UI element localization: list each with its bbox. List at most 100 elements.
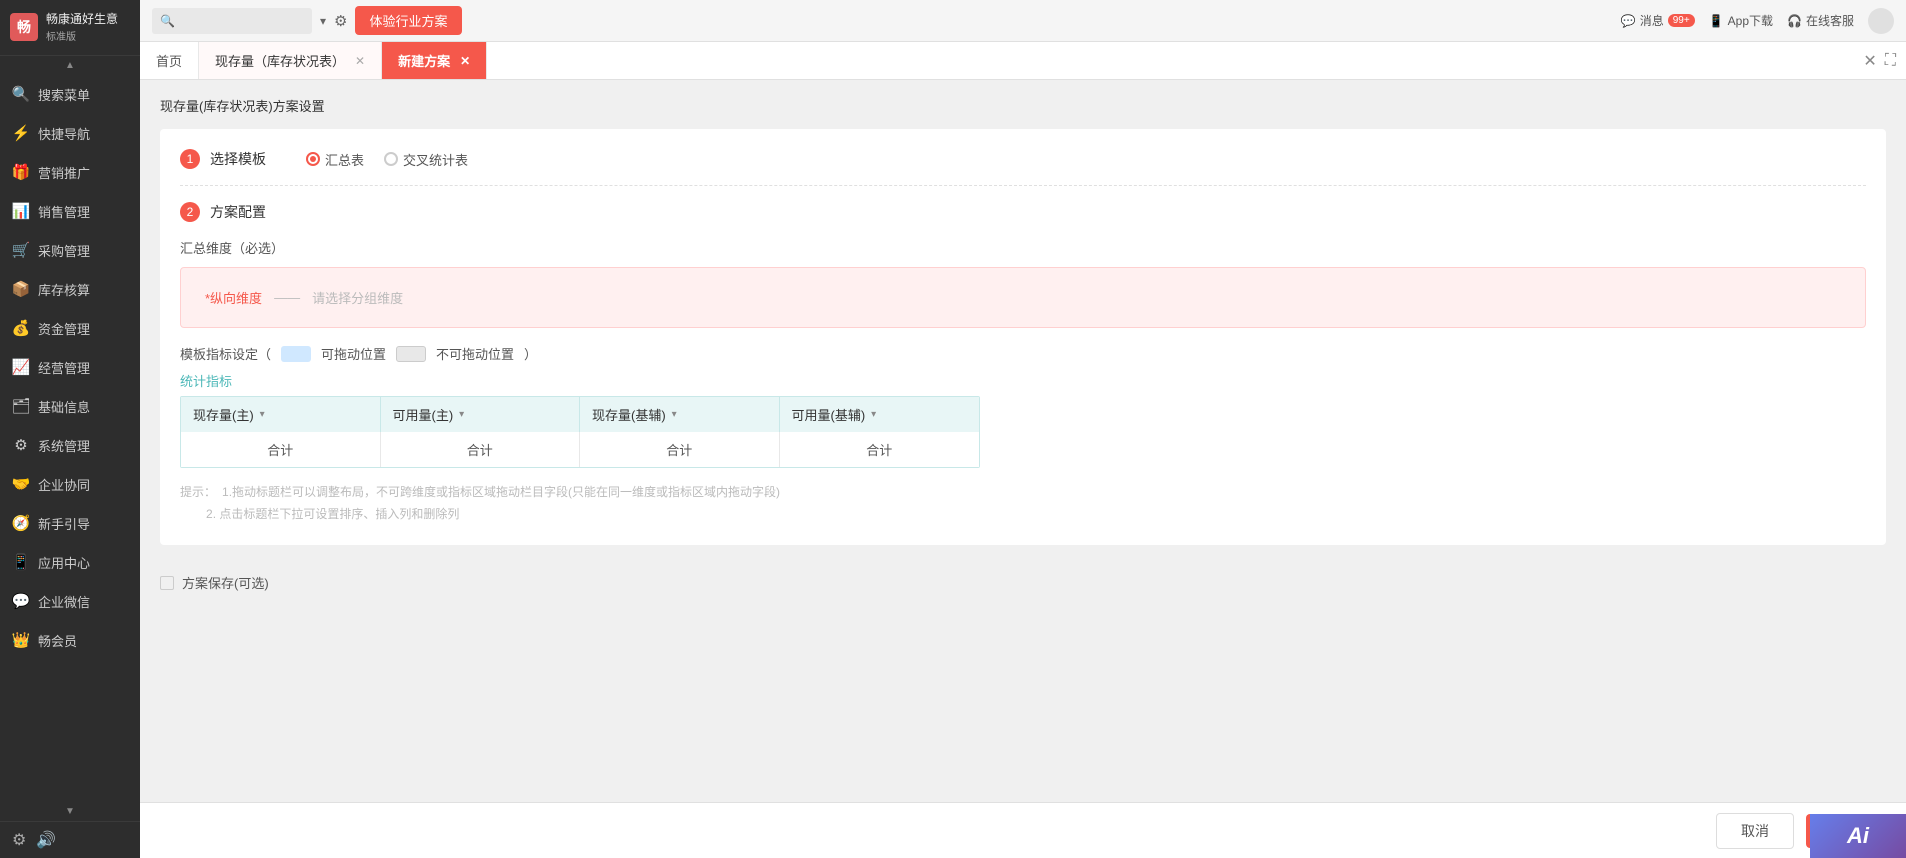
tab-inventory-label: 现存量（库存状况表） bbox=[215, 51, 345, 70]
topbar-right: 💬 消息 99+ 📱 App下载 🎧 在线客服 bbox=[1621, 8, 1894, 34]
tips-section: 提示： 1.拖动标题栏可以调整布局，不可跨维度或指标区域拖动栏目字段(只能在同一… bbox=[180, 482, 1866, 525]
step2-title: 方案配置 bbox=[210, 202, 266, 222]
scroll-down-button[interactable]: ▼ bbox=[0, 802, 140, 821]
ai-badge[interactable]: Ai bbox=[1810, 814, 1906, 858]
step2-row: 2 方案配置 bbox=[180, 202, 1866, 222]
ai-badge-text: Ai bbox=[1847, 823, 1869, 849]
sidebar-item-label: 采购管理 bbox=[38, 241, 90, 260]
tab-close-all-icon[interactable]: ✕ bbox=[1863, 51, 1876, 71]
stats-table: 现存量(主) ▾ 可用量(主) ▾ 现存量(基辅) ▾ 可用量(基辅) ▾ bbox=[180, 396, 980, 468]
sidebar-item-app-center[interactable]: 📱 应用中心 bbox=[0, 543, 140, 582]
sidebar-item-label: 系统管理 bbox=[38, 436, 90, 455]
radio-summary-circle bbox=[306, 152, 320, 166]
search-menu-icon: 🔍 bbox=[12, 85, 30, 103]
step1-badge: 1 bbox=[180, 149, 200, 169]
non-draggable-tag-label: 不可拖动位置 bbox=[436, 344, 514, 363]
sidebar-item-label: 企业协同 bbox=[38, 475, 90, 494]
radio-summary-table[interactable]: 汇总表 bbox=[306, 150, 364, 169]
sidebar-item-label: 新手引导 bbox=[38, 514, 90, 533]
dimension-separator: —— bbox=[274, 290, 300, 305]
sidebar-item-label: 营销推广 bbox=[38, 163, 90, 182]
sidebar-item-sales[interactable]: 📊 销售管理 bbox=[0, 192, 140, 231]
finance-icon: 💰 bbox=[12, 319, 30, 337]
topbar-gear-icon[interactable]: ⚙ bbox=[334, 12, 347, 30]
sidebar-item-basic-info[interactable]: 🗂 基础信息 bbox=[0, 387, 140, 426]
sidebar-item-operations[interactable]: 📈 经营管理 bbox=[0, 348, 140, 387]
radio-cross-table[interactable]: 交叉统计表 bbox=[384, 150, 468, 169]
dropdown-arrow-2[interactable]: ▾ bbox=[672, 409, 677, 420]
sidebar-item-system[interactable]: ⚙ 系统管理 bbox=[0, 426, 140, 465]
sidebar-item-label: 经营管理 bbox=[38, 358, 90, 377]
stats-col-header-0[interactable]: 现存量(主) ▾ bbox=[181, 397, 381, 432]
main-content: 🔍 ▾ ⚙ 体验行业方案 💬 消息 99+ 📱 App下载 🎧 在线客服 bbox=[140, 0, 1906, 858]
tips-text-0: 1.拖动标题栏可以调整布局，不可跨维度或指标区域拖动栏目字段(只能在同一维度或指… bbox=[222, 482, 780, 504]
draggable-tag-label: 可拖动位置 bbox=[321, 344, 386, 363]
trial-button[interactable]: 体验行业方案 bbox=[355, 6, 461, 35]
topbar: 🔍 ▾ ⚙ 体验行业方案 💬 消息 99+ 📱 App下载 🎧 在线客服 bbox=[140, 0, 1906, 42]
marketing-icon: 🎁 bbox=[12, 163, 30, 181]
sidebar-item-label: 销售管理 bbox=[38, 202, 90, 221]
tips-item-0: 提示： 1.拖动标题栏可以调整布局，不可跨维度或指标区域拖动栏目字段(只能在同一… bbox=[180, 482, 1866, 504]
cancel-button[interactable]: 取消 bbox=[1716, 813, 1794, 849]
stats-col-header-1[interactable]: 可用量(主) ▾ bbox=[381, 397, 581, 432]
tab-inventory-close[interactable]: ✕ bbox=[355, 54, 365, 68]
app-center-icon: 📱 bbox=[12, 553, 30, 571]
topbar-search[interactable]: 🔍 bbox=[152, 8, 312, 34]
tab-new-plan-close[interactable]: ✕ bbox=[460, 54, 470, 68]
sidebar-logo: 畅 畅康通好生意 标准版 bbox=[0, 0, 140, 56]
tab-inventory[interactable]: 现存量（库存状况表） ✕ bbox=[199, 42, 382, 79]
purchase-icon: 🛒 bbox=[12, 241, 30, 259]
tips-item-1: 2. 点击标题栏下拉可设置排序、插入列和删除列 bbox=[180, 504, 1866, 526]
content-area: 现存量(库存状况表)方案设置 1 选择模板 汇总表 交叉统计表 bbox=[140, 80, 1906, 802]
sidebar-item-label: 应用中心 bbox=[38, 553, 90, 572]
tab-bar: 首页 现存量（库存状况表） ✕ 新建方案 ✕ ✕ ⛶ bbox=[140, 42, 1906, 80]
stats-col-header-3[interactable]: 可用量(基辅) ▾ bbox=[780, 397, 980, 432]
section-divider bbox=[180, 185, 1866, 186]
stats-col-header-2[interactable]: 现存量(基辅) ▾ bbox=[580, 397, 780, 432]
sidebar-item-finance[interactable]: 💰 资金管理 bbox=[0, 309, 140, 348]
sales-icon: 📊 bbox=[12, 202, 30, 220]
sidebar-item-marketing[interactable]: 🎁 营销推广 bbox=[0, 153, 140, 192]
dimension-field-label: 汇总维度（必选） bbox=[180, 238, 1866, 257]
dropdown-arrow-0[interactable]: ▾ bbox=[260, 409, 265, 420]
sidebar-item-label: 库存核算 bbox=[38, 280, 90, 299]
tab-new-plan[interactable]: 新建方案 ✕ bbox=[382, 42, 487, 79]
dropdown-arrow-3[interactable]: ▾ bbox=[871, 409, 876, 420]
sidebar-item-wechat[interactable]: 💬 企业微信 bbox=[0, 582, 140, 621]
stats-col-label-3: 可用量(基辅) bbox=[792, 405, 866, 424]
page-title: 现存量(库存状况表)方案设置 bbox=[160, 96, 1886, 115]
bottom-bar: 取消 查询 bbox=[140, 802, 1906, 858]
online-service-button[interactable]: 🎧 在线客服 bbox=[1787, 12, 1854, 29]
sidebar-item-inventory[interactable]: 📦 库存核算 bbox=[0, 270, 140, 309]
scroll-up-button[interactable]: ▲ bbox=[0, 56, 140, 75]
sidebar-item-newbie[interactable]: 🧭 新手引导 bbox=[0, 504, 140, 543]
user-avatar[interactable] bbox=[1868, 8, 1894, 34]
dropdown-arrow-1[interactable]: ▾ bbox=[459, 409, 464, 420]
message-button[interactable]: 💬 消息 99+ bbox=[1621, 12, 1695, 29]
online-service-label: 在线客服 bbox=[1806, 12, 1854, 29]
sidebar-item-member[interactable]: 👑 畅会员 bbox=[0, 621, 140, 660]
topbar-dropdown[interactable]: ▾ bbox=[320, 14, 326, 28]
settings-icon[interactable]: ⚙ bbox=[12, 830, 26, 850]
tab-expand-icon[interactable]: ⛶ bbox=[1885, 52, 1896, 70]
radio-cross-label: 交叉统计表 bbox=[403, 150, 468, 169]
inventory-icon: 📦 bbox=[12, 280, 30, 298]
stats-table-body: 合计 合计 合计 合计 bbox=[181, 432, 979, 467]
sidebar-item-label: 基础信息 bbox=[38, 397, 90, 416]
sidebar-item-quick-nav[interactable]: ⚡ 快捷导航 bbox=[0, 114, 140, 153]
sidebar-item-search[interactable]: 🔍 搜索菜单 bbox=[0, 75, 140, 114]
dimension-placeholder[interactable]: 请选择分组维度 bbox=[312, 288, 403, 307]
system-icon: ⚙ bbox=[12, 436, 30, 454]
save-option-checkbox[interactable] bbox=[160, 576, 174, 590]
tab-home[interactable]: 首页 bbox=[140, 42, 199, 79]
headset-icon: 🎧 bbox=[1787, 14, 1802, 28]
indicator-label-suffix: ） bbox=[524, 344, 537, 363]
stats-table-header: 现存量(主) ▾ 可用量(主) ▾ 现存量(基辅) ▾ 可用量(基辅) ▾ bbox=[181, 397, 979, 432]
app-name: 畅康通好生意 bbox=[46, 12, 118, 28]
sidebar-item-enterprise[interactable]: 🤝 企业协同 bbox=[0, 465, 140, 504]
template-radio-group: 汇总表 交叉统计表 bbox=[306, 150, 468, 169]
sidebar-item-purchase[interactable]: 🛒 采购管理 bbox=[0, 231, 140, 270]
app-download-button[interactable]: 📱 App下载 bbox=[1709, 12, 1773, 29]
draggable-tag bbox=[281, 346, 311, 362]
audio-icon[interactable]: 🔊 bbox=[36, 830, 56, 850]
